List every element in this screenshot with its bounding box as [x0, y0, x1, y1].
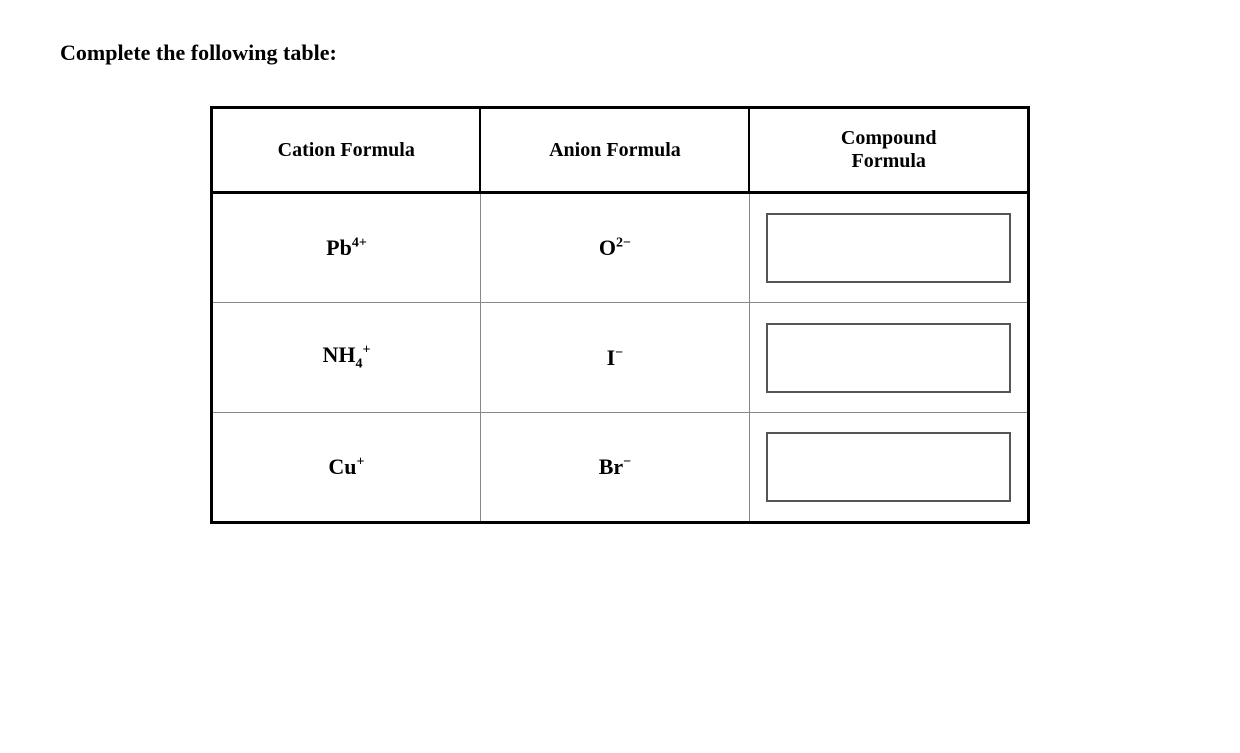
- cation-value-2: NH4+: [322, 342, 370, 367]
- anion-cell-3: Br−: [480, 413, 749, 523]
- answer-box-2[interactable]: [766, 323, 1011, 393]
- page-instruction: Complete the following table:: [60, 40, 1180, 66]
- table-container: Cation Formula Anion Formula CompoundFor…: [60, 106, 1180, 524]
- table-row: NH4+ I−: [212, 303, 1029, 413]
- cation-value-1: Pb4+: [326, 235, 367, 260]
- cation-sub-2: 4: [355, 357, 362, 372]
- header-anion: Anion Formula: [480, 108, 749, 193]
- anion-sup-3: −: [623, 455, 631, 470]
- header-compound: CompoundFormula: [749, 108, 1028, 193]
- cation-cell-3: Cu+: [212, 413, 481, 523]
- anion-sup-2: −: [615, 345, 623, 360]
- compound-cell-2: [749, 303, 1028, 413]
- cation-sup-2: +: [362, 343, 370, 358]
- anion-value-2: I−: [607, 345, 624, 370]
- table-header-row: Cation Formula Anion Formula CompoundFor…: [212, 108, 1029, 193]
- cation-sup-3: +: [357, 455, 365, 470]
- compound-cell-1: [749, 193, 1028, 303]
- table-row: Pb4+ O2−: [212, 193, 1029, 303]
- cation-cell-1: Pb4+: [212, 193, 481, 303]
- chemistry-table: Cation Formula Anion Formula CompoundFor…: [210, 106, 1030, 524]
- table-row: Cu+ Br−: [212, 413, 1029, 523]
- header-cation: Cation Formula: [212, 108, 481, 193]
- anion-cell-1: O2−: [480, 193, 749, 303]
- compound-cell-3: [749, 413, 1028, 523]
- anion-value-1: O2−: [599, 235, 631, 260]
- answer-box-1[interactable]: [766, 213, 1011, 283]
- answer-box-3[interactable]: [766, 432, 1011, 502]
- cation-value-3: Cu+: [328, 454, 364, 479]
- cation-sup-1: 4+: [352, 236, 367, 251]
- cation-cell-2: NH4+: [212, 303, 481, 413]
- anion-value-3: Br−: [599, 454, 631, 479]
- anion-cell-2: I−: [480, 303, 749, 413]
- anion-sup-1: 2−: [616, 236, 631, 251]
